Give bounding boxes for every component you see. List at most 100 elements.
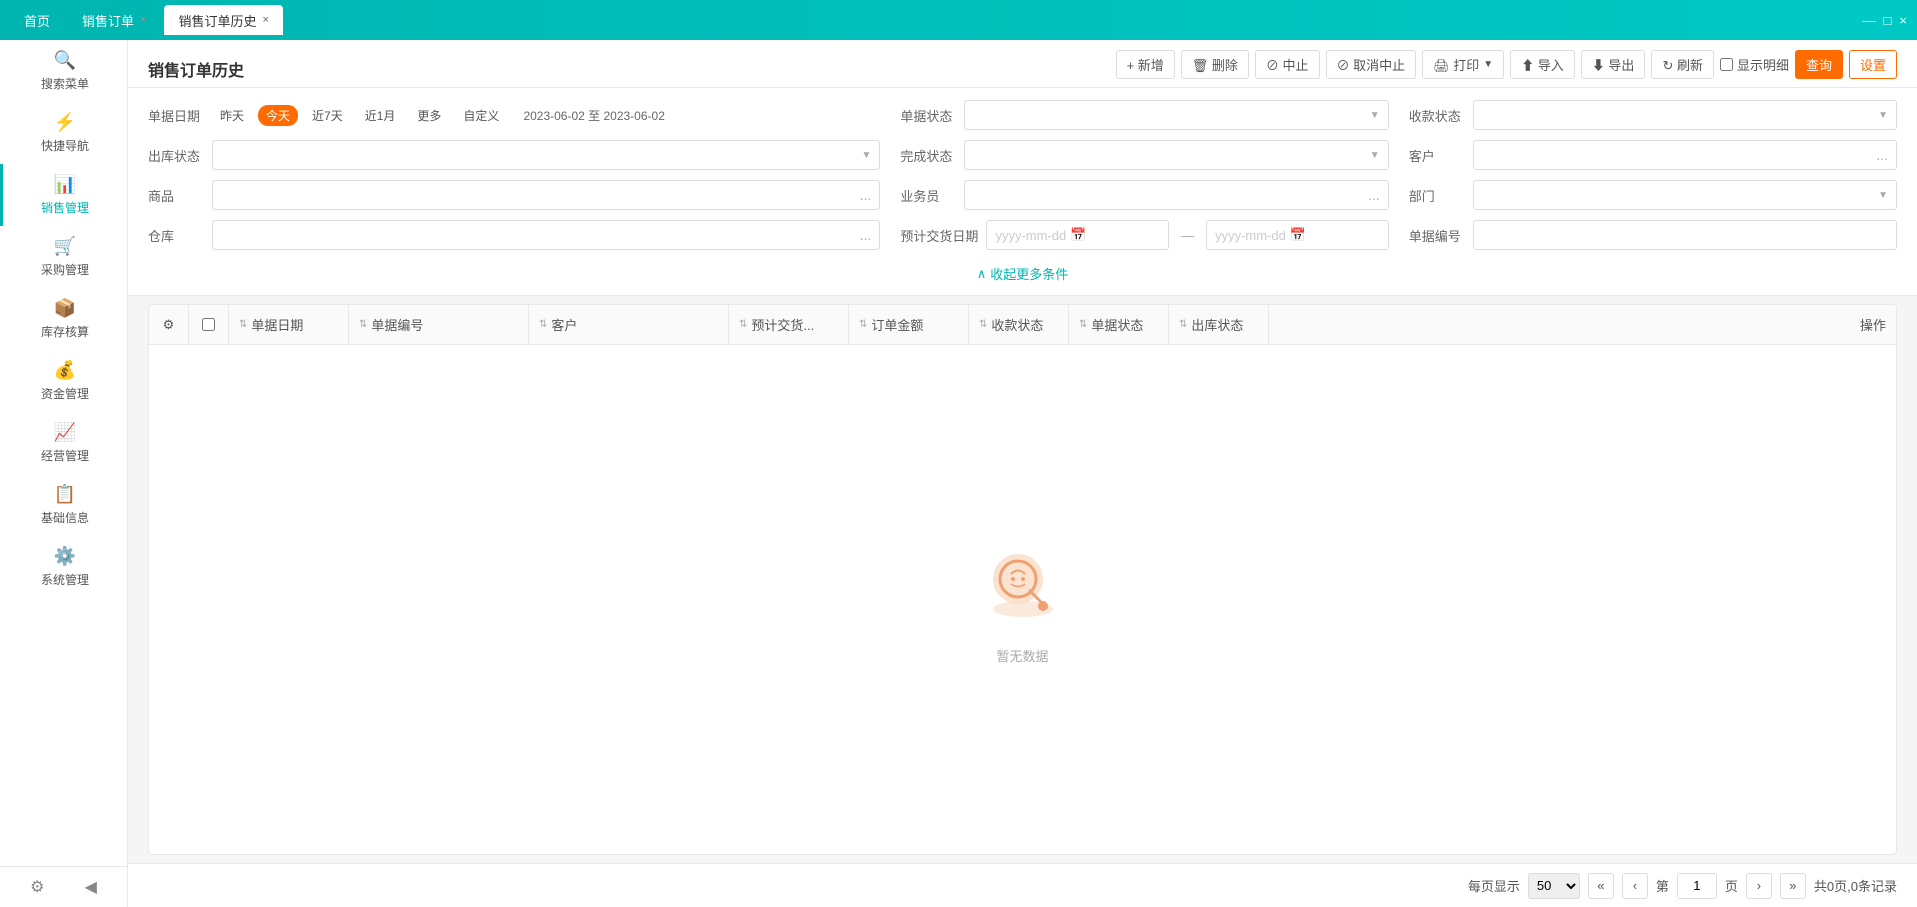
- stop-button[interactable]: ⊘ 中止: [1255, 50, 1320, 79]
- sidebar-item-finance[interactable]: 💰 资金管理: [0, 350, 127, 412]
- cancel-stop-button[interactable]: ⊘ 取消中止: [1326, 50, 1417, 79]
- date-label: 单据日期: [148, 106, 204, 125]
- base-info-icon: 📋: [54, 484, 76, 505]
- delivery-start-input[interactable]: yyyy-mm-dd 📅: [986, 220, 1169, 250]
- sidebar-item-base-info[interactable]: 📋 基础信息: [0, 474, 127, 536]
- dept-select[interactable]: ▼: [1473, 180, 1897, 210]
- first-page-button[interactable]: «: [1588, 873, 1614, 899]
- sidebar-item-purchase-mgmt[interactable]: 🛒 采购管理: [0, 226, 127, 288]
- chevron-up-icon: ∧: [977, 266, 987, 282]
- last-page-button[interactable]: »: [1780, 873, 1806, 899]
- sidebar-item-search-menu[interactable]: 🔍 搜索菜单: [0, 40, 127, 102]
- goods-dots[interactable]: ...: [860, 187, 872, 203]
- warehouse-label: 仓库: [148, 226, 204, 245]
- th-date[interactable]: ⇅ 单据日期: [229, 305, 349, 344]
- table-area: ⚙ ⇅ 单据日期 ⇅ 单据编号 ⇅ 客户 ⇅: [148, 304, 1897, 855]
- filter-goods: 商品 ...: [148, 180, 880, 210]
- print-button[interactable]: 🖨 打印 ▼: [1422, 50, 1504, 79]
- calendar-end-icon[interactable]: 📅: [1290, 227, 1306, 243]
- receipt-status-select[interactable]: ▼: [1473, 100, 1897, 130]
- sidebar-item-sys-mgmt[interactable]: ⚙️ 系统管理: [0, 536, 127, 598]
- date-btn-custom[interactable]: 自定义: [455, 105, 507, 126]
- date-btn-more[interactable]: 更多: [409, 105, 449, 126]
- per-page-select[interactable]: 20 50 100: [1528, 873, 1580, 899]
- next-page-button[interactable]: ›: [1746, 873, 1772, 899]
- finance-icon: 💰: [54, 360, 76, 381]
- select-all-checkbox[interactable]: [202, 318, 215, 331]
- warehouse-dots[interactable]: ...: [860, 227, 872, 243]
- th-out-status[interactable]: ⇅ 出库状态: [1169, 305, 1269, 344]
- delete-button[interactable]: 🗑 删除: [1181, 50, 1249, 79]
- sidebar-item-inventory-label: 库存核算: [41, 323, 89, 340]
- show-detail-label: 显示明细: [1737, 55, 1789, 74]
- window-close[interactable]: ×: [1899, 13, 1907, 28]
- goods-input[interactable]: ...: [212, 180, 880, 210]
- date-range: 2023-06-02 至 2023-06-02: [523, 107, 664, 124]
- search-menu-icon: 🔍: [54, 50, 76, 71]
- tab-sales-order-close[interactable]: ×: [140, 14, 146, 26]
- delivery-end-input[interactable]: yyyy-mm-dd 📅: [1206, 220, 1389, 250]
- th-delivery[interactable]: ⇅ 预计交货...: [729, 305, 849, 344]
- sort-delivery-icon: ⇅: [739, 319, 747, 330]
- goods-label: 商品: [148, 186, 204, 205]
- refresh-button-label: ↻ 刷新: [1662, 55, 1703, 74]
- settings-button[interactable]: 设置: [1849, 50, 1897, 79]
- date-btn-7days[interactable]: 近7天: [304, 105, 351, 126]
- filter-complete-status: 完成状态 ▼: [900, 140, 1388, 170]
- refresh-button[interactable]: ↻ 刷新: [1651, 50, 1714, 79]
- tab-home[interactable]: 首页: [10, 5, 64, 35]
- date-btn-today[interactable]: 今天: [258, 105, 298, 126]
- th-amount[interactable]: ⇅ 订单金额: [849, 305, 969, 344]
- order-no-input[interactable]: [1473, 220, 1897, 250]
- sidebar-item-quick-nav[interactable]: ⚡ 快捷导航: [0, 102, 127, 164]
- date-btn-yesterday[interactable]: 昨天: [212, 105, 252, 126]
- tab-sales-order[interactable]: 销售订单 ×: [68, 5, 160, 35]
- window-minimize[interactable]: —: [1863, 13, 1876, 28]
- out-status-select[interactable]: ▼: [212, 140, 880, 170]
- receipt-status-arrow: ▼: [1878, 110, 1888, 121]
- date-btn-1month[interactable]: 近1月: [357, 105, 404, 126]
- sidebar-bottom: ⚙ ◀: [0, 866, 127, 907]
- sidebar-item-inventory[interactable]: 📦 库存核算: [0, 288, 127, 350]
- tab-sales-order-history[interactable]: 销售订单历史 ×: [164, 5, 282, 35]
- filter-customer: 客户 ...: [1409, 140, 1897, 170]
- filter-order-no: 单据编号: [1409, 220, 1897, 250]
- settings-gear-icon[interactable]: ⚙: [163, 317, 175, 333]
- salesman-dots[interactable]: ...: [1368, 187, 1380, 203]
- customer-input[interactable]: ...: [1473, 140, 1897, 170]
- window-maximize[interactable]: □: [1884, 13, 1892, 28]
- th-checkbox[interactable]: [189, 305, 229, 344]
- order-status-select[interactable]: ▼: [964, 100, 1388, 130]
- export-button[interactable]: ⬇ 导出: [1581, 50, 1646, 79]
- th-delivery-label: 预计交货...: [751, 315, 814, 334]
- add-button[interactable]: + 新增: [1116, 50, 1175, 79]
- complete-status-select[interactable]: ▼: [964, 140, 1388, 170]
- show-detail-checkbox[interactable]: 显示明细: [1720, 55, 1789, 74]
- prev-page-button[interactable]: ‹: [1622, 873, 1648, 899]
- show-detail-input[interactable]: [1720, 58, 1733, 71]
- calendar-start-icon[interactable]: 📅: [1070, 227, 1086, 243]
- th-order-no[interactable]: ⇅ 单据编号: [349, 305, 529, 344]
- table-header: ⚙ ⇅ 单据日期 ⇅ 单据编号 ⇅ 客户 ⇅: [149, 305, 1896, 345]
- salesman-input[interactable]: ...: [964, 180, 1388, 210]
- query-button[interactable]: 查询: [1795, 50, 1843, 79]
- sort-out-status-icon: ⇅: [1179, 319, 1187, 330]
- filter-delivery-date: 预计交货日期 yyyy-mm-dd 📅 — yyyy-mm-dd 📅: [900, 220, 1388, 250]
- main-layout: 🔍 搜索菜单 ⚡ 快捷导航 📊 销售管理 🛒 采购管理 📦 库存核算 💰 资金管…: [0, 40, 1917, 907]
- page-number-input[interactable]: [1677, 873, 1717, 899]
- collapse-bar[interactable]: ∧ 收起更多条件: [148, 260, 1897, 283]
- sort-pay-status-icon: ⇅: [979, 319, 987, 330]
- th-order-status[interactable]: ⇅ 单据状态: [1069, 305, 1169, 344]
- tab-sales-order-history-close[interactable]: ×: [262, 14, 268, 26]
- th-customer[interactable]: ⇅ 客户: [529, 305, 729, 344]
- sidebar-item-sales-mgmt[interactable]: 📊 销售管理: [0, 164, 127, 226]
- th-settings[interactable]: ⚙: [149, 305, 189, 344]
- sidebar-collapse-icon[interactable]: ◀: [85, 877, 97, 897]
- th-pay-status[interactable]: ⇅ 收款状态: [969, 305, 1069, 344]
- warehouse-input[interactable]: ...: [212, 220, 880, 250]
- sidebar-item-operations[interactable]: 📈 经营管理: [0, 412, 127, 474]
- import-button[interactable]: ⬆ 导入: [1510, 50, 1575, 79]
- content: 销售订单历史 + 新增 🗑 删除 ⊘ 中止 ⊘ 取消中止 🖨: [128, 40, 1917, 907]
- customer-dots[interactable]: ...: [1876, 147, 1888, 163]
- sidebar-settings-icon[interactable]: ⚙: [30, 877, 44, 897]
